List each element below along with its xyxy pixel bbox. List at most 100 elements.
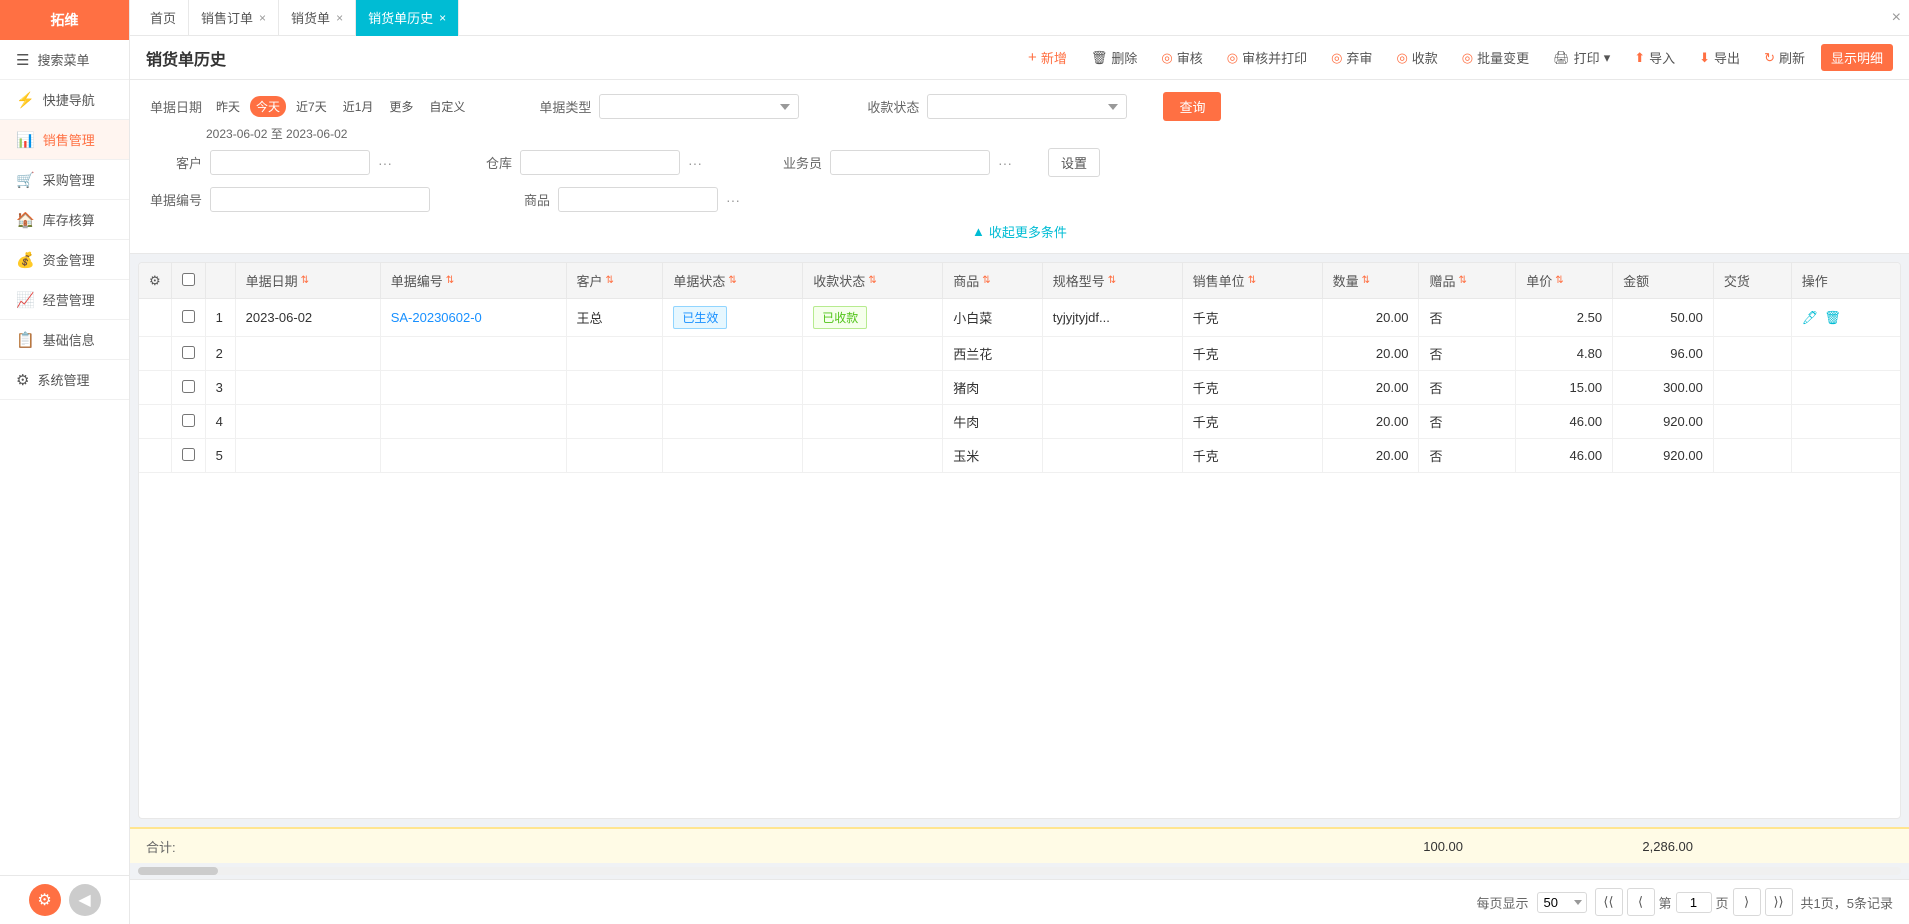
row-checkbox[interactable] <box>182 310 195 323</box>
salesperson-input[interactable] <box>830 150 990 175</box>
page-last-btn[interactable]: ⟩⟩ <box>1765 888 1793 916</box>
row-checkbox[interactable] <box>182 346 195 359</box>
settings-button[interactable]: 设置 <box>1048 148 1100 177</box>
page-first-btn[interactable]: ⟨⟨ <box>1595 888 1623 916</box>
row-checkbox[interactable] <box>182 448 195 461</box>
tab-sales-history[interactable]: 销货单历史 × <box>356 0 459 36</box>
close-sales-history-icon[interactable]: × <box>439 11 446 25</box>
scrollbar-thumb[interactable] <box>138 867 218 875</box>
date-shortcut-group: 昨天 今天 近7天 近1月 更多 自定义 <box>210 96 471 117</box>
row-doc-no[interactable] <box>380 439 566 473</box>
row-checkbox-cell[interactable] <box>171 439 205 473</box>
doc-no-input[interactable] <box>210 187 430 212</box>
sidebar-item-basic-info[interactable]: 📋 基础信息 <box>0 320 129 360</box>
th-gift[interactable]: 赠品 <box>1419 263 1516 299</box>
row-doc-no[interactable]: SA-20230602-0 <box>380 299 566 337</box>
sidebar-item-search-menu[interactable]: ☰ 搜索菜单 <box>0 40 129 80</box>
warehouse-input[interactable] <box>520 150 680 175</box>
page-prev-btn[interactable]: ⟨ <box>1627 888 1655 916</box>
sidebar-item-finance[interactable]: 💰 资金管理 <box>0 240 129 280</box>
tab-sales-delivery[interactable]: 销货单 × <box>279 0 356 36</box>
show-detail-button[interactable]: 显示明细 <box>1821 44 1893 71</box>
action-btn[interactable]: 🗑 <box>1824 310 1841 325</box>
close-sales-delivery-icon[interactable]: × <box>336 11 343 25</box>
sidebar-collapse-btn[interactable]: ◀ <box>69 884 101 916</box>
import-label: 导入 <box>1649 48 1675 67</box>
row-doc-no[interactable] <box>380 337 566 371</box>
row-checkbox-cell[interactable] <box>171 299 205 337</box>
query-button[interactable]: 查询 <box>1163 92 1221 121</box>
th-goods[interactable]: 商品 <box>943 263 1043 299</box>
sidebar-item-operations[interactable]: 📈 经营管理 <box>0 280 129 320</box>
salesperson-dots-btn[interactable]: ··· <box>998 155 1012 171</box>
import-icon: ⬆ <box>1634 50 1645 66</box>
th-unit[interactable]: 销售单位 <box>1182 263 1322 299</box>
review-button[interactable]: ◎ 审核 <box>1153 44 1210 71</box>
warehouse-dots-btn[interactable]: ··· <box>688 155 702 171</box>
collect-label: 收款 <box>1412 48 1438 67</box>
page-next-btn[interactable]: ⟩ <box>1733 888 1761 916</box>
th-gear[interactable]: ⚙ <box>139 263 171 299</box>
payment-status-select[interactable] <box>927 94 1127 119</box>
shortcut-today[interactable]: 今天 <box>250 96 286 117</box>
row-unit-price: 2.50 <box>1516 299 1613 337</box>
row-checkbox[interactable] <box>182 380 195 393</box>
shortcut-last7[interactable]: 近7天 <box>290 96 333 117</box>
export-button[interactable]: ⬇ 导出 <box>1691 44 1748 71</box>
th-qty[interactable]: 数量 <box>1322 263 1419 299</box>
shortcut-more[interactable]: 更多 <box>383 96 419 117</box>
print-button[interactable]: 🖨 打印 ▾ <box>1545 44 1618 71</box>
th-row-num <box>205 263 235 299</box>
review-print-button[interactable]: ◎ 审核并打印 <box>1219 44 1315 71</box>
tabbar-close-all-btn[interactable]: × <box>1892 9 1901 27</box>
tab-sales-order[interactable]: 销售订单 × <box>189 0 279 36</box>
goods-dots-btn[interactable]: ··· <box>726 192 740 208</box>
delete-button[interactable]: 🗑 删除 <box>1083 44 1146 71</box>
th-spec[interactable]: 规格型号 <box>1042 263 1182 299</box>
sidebar-item-label: 销售管理 <box>43 130 95 149</box>
row-doc-date <box>235 439 380 473</box>
row-checkbox-cell[interactable] <box>171 371 205 405</box>
horizontal-scrollbar[interactable] <box>138 867 1901 875</box>
date-filter-group: 单据日期 昨天 今天 近7天 近1月 更多 自定义 <box>146 96 471 117</box>
refresh-button[interactable]: ↻ 刷新 <box>1756 44 1813 71</box>
page-input[interactable] <box>1676 892 1712 913</box>
shortcut-yesterday[interactable]: 昨天 <box>210 96 246 117</box>
batch-change-button[interactable]: ◎ 批量变更 <box>1454 44 1537 71</box>
tab-home[interactable]: 首页 <box>138 0 189 36</box>
goods-input[interactable] <box>558 187 718 212</box>
new-button[interactable]: + 新增 <box>1020 44 1075 71</box>
shortcut-custom[interactable]: 自定义 <box>423 96 471 117</box>
th-customer[interactable]: 客户 <box>566 263 663 299</box>
doc-type-select[interactable] <box>599 94 799 119</box>
collect-button[interactable]: ◎ 收款 <box>1388 44 1445 71</box>
sidebar-item-inventory[interactable]: 🏠 库存核算 <box>0 200 129 240</box>
row-checkbox[interactable] <box>182 414 195 427</box>
collapse-button[interactable]: ▲ 收起更多条件 <box>146 222 1893 241</box>
th-checkbox[interactable] <box>171 263 205 299</box>
row-gift: 否 <box>1419 371 1516 405</box>
sidebar-item-purchase-mgmt[interactable]: 🛒 采购管理 <box>0 160 129 200</box>
action-btn[interactable]: 🖊 <box>1802 310 1819 325</box>
customer-dots-btn[interactable]: ··· <box>378 155 392 171</box>
th-unit-price[interactable]: 单价 <box>1516 263 1613 299</box>
row-doc-no[interactable] <box>380 405 566 439</box>
th-doc-date[interactable]: 单据日期 <box>235 263 380 299</box>
per-page-select[interactable]: 50 100 200 <box>1537 892 1587 913</box>
row-doc-no[interactable] <box>380 371 566 405</box>
sidebar-item-quick-nav[interactable]: ⚡ 快捷导航 <box>0 80 129 120</box>
row-checkbox-cell[interactable] <box>171 405 205 439</box>
close-sales-order-icon[interactable]: × <box>259 11 266 25</box>
row-checkbox-cell[interactable] <box>171 337 205 371</box>
customer-input[interactable] <box>210 150 370 175</box>
th-doc-status[interactable]: 单据状态 <box>663 263 803 299</box>
select-all-checkbox[interactable] <box>182 273 195 286</box>
sidebar-settings-btn[interactable]: ⚙ <box>29 884 61 916</box>
abandon-button[interactable]: ◎ 弃审 <box>1323 44 1380 71</box>
th-payment-status[interactable]: 收款状态 <box>803 263 943 299</box>
shortcut-last1m[interactable]: 近1月 <box>337 96 380 117</box>
th-doc-no[interactable]: 单据编号 <box>380 263 566 299</box>
import-button[interactable]: ⬆ 导入 <box>1626 44 1683 71</box>
sidebar-item-sales-mgmt[interactable]: 📊 销售管理 <box>0 120 129 160</box>
sidebar-item-system-mgmt[interactable]: ⚙ 系统管理 <box>0 360 129 400</box>
